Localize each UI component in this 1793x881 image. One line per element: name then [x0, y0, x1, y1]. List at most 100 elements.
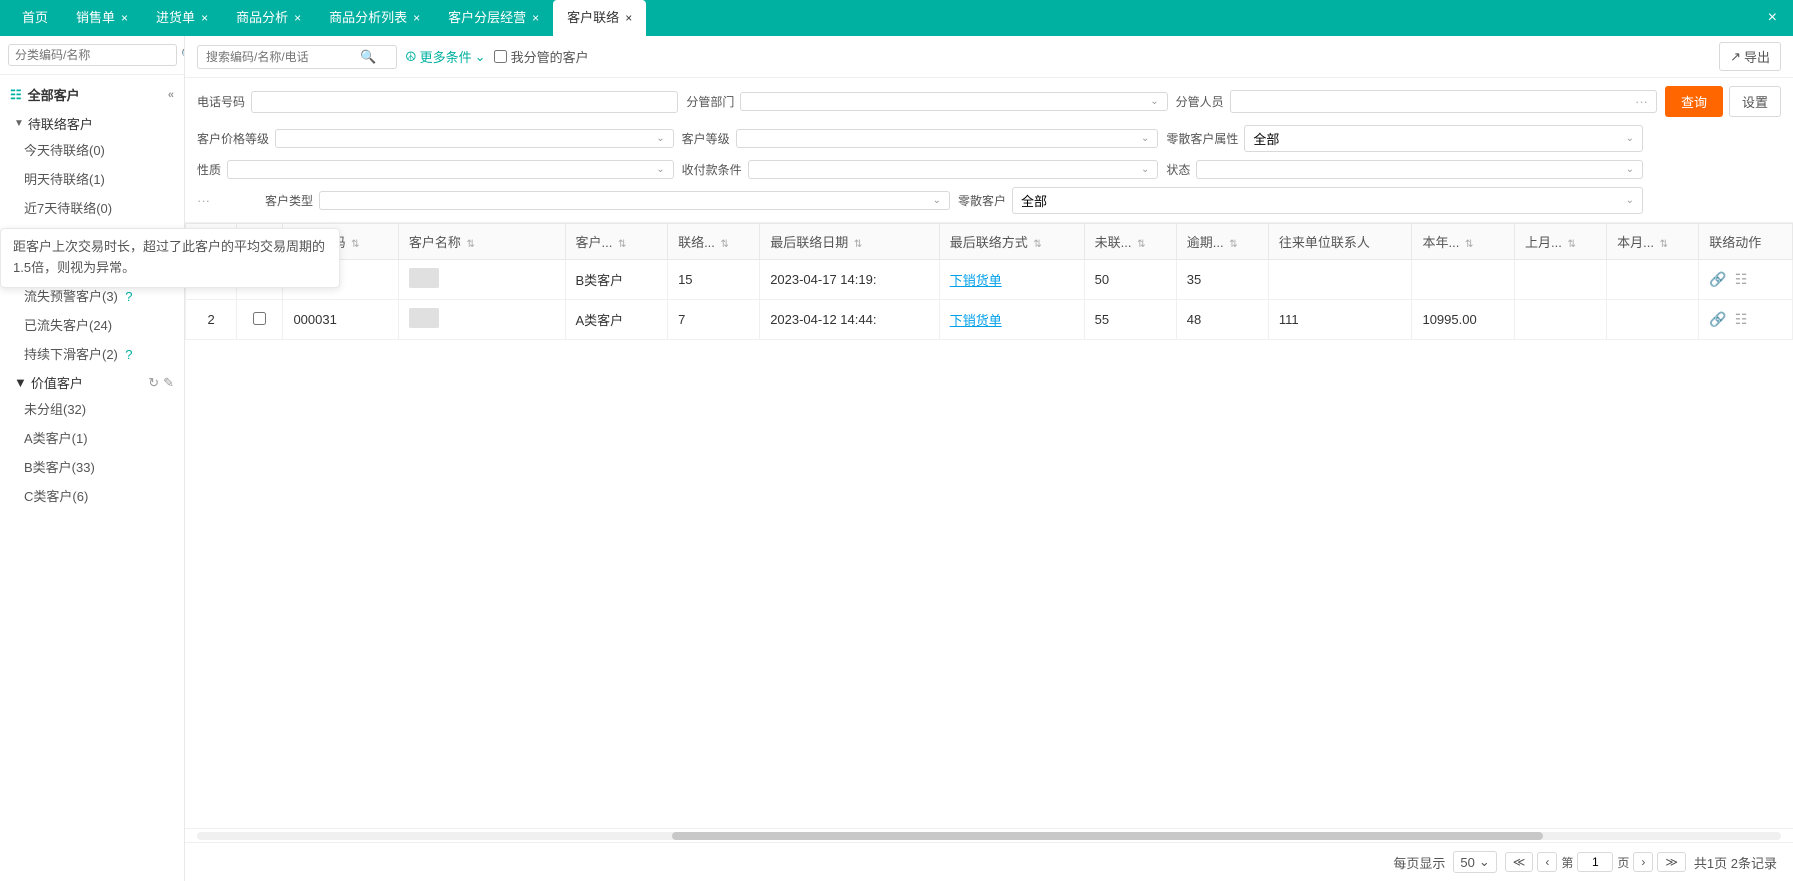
col-lastway-header[interactable]: 最后联络方式 ⇅	[939, 224, 1084, 260]
nav-purchase[interactable]: 进货单 ×	[142, 0, 222, 36]
table-container: ⚙ 客户编码 ⇅ 客户名称 ⇅ 客户... ⇅	[185, 223, 1793, 828]
filter-person-select[interactable]: ···	[1230, 90, 1657, 113]
person-select-ellipsis[interactable]: ···	[1635, 94, 1648, 109]
nav-sales-close[interactable]: ×	[121, 0, 128, 36]
cell-lastmonth-0	[1515, 260, 1607, 300]
cust-level-arrow: ⌄	[1141, 133, 1149, 144]
row4-ellipsis[interactable]: ···	[197, 193, 210, 208]
nav-customer-layer-close[interactable]: ×	[532, 0, 539, 36]
cell-visits-0	[1268, 260, 1412, 300]
contact-sort-icon: ⇅	[721, 239, 729, 250]
edit-icon[interactable]: ✎	[163, 375, 174, 391]
sidebar-collapse-btn[interactable]: «	[168, 89, 174, 101]
cell-lastdate-0: 2023-04-17 14:19:	[760, 260, 940, 300]
sidebar-item-a-class[interactable]: A类客户(1)	[0, 425, 184, 454]
cell-check-1[interactable]	[237, 300, 283, 340]
close-all-tabs[interactable]: ×	[1760, 9, 1785, 27]
lost-pre-help-icon[interactable]: ?	[125, 289, 132, 304]
declining-help-icon[interactable]: ?	[125, 347, 132, 362]
cell-lastmonth-1	[1515, 300, 1607, 340]
sidebar-all-customers[interactable]: ☷ 全部客户 «	[0, 81, 184, 108]
page-last-btn[interactable]: ≫	[1657, 852, 1686, 872]
lastway-link-0[interactable]: 下销货单	[950, 273, 1002, 288]
col-thismonth-header[interactable]: 本月... ⇅	[1607, 224, 1699, 260]
filter-gender-select[interactable]: ⌄	[227, 160, 674, 179]
per-page-select[interactable]: 50 ⌄	[1453, 851, 1496, 873]
action-link-icon-1[interactable]: 🔗	[1709, 311, 1726, 328]
col-name-header[interactable]: 客户名称 ⇅	[398, 224, 565, 260]
filter-phone-input[interactable]	[251, 91, 678, 113]
nav-customer-layer[interactable]: 客户分层经营 ×	[434, 0, 553, 36]
scroll-thumb[interactable]	[672, 832, 1543, 840]
filter-status-select[interactable]: ⌄	[1196, 160, 1643, 179]
cell-type-1: A类客户	[565, 300, 668, 340]
filter-price-level-select[interactable]: ⌄	[275, 129, 674, 148]
sidebar-pending-group-title[interactable]: ▼ 待联络客户	[0, 110, 184, 137]
col-contact-header[interactable]: 联络... ⇅	[668, 224, 760, 260]
filter-payment-field: 收付款条件 ⌄	[682, 160, 1159, 179]
cell-action-1: 🔗 ☷	[1699, 300, 1793, 340]
filter-retail-customer-field: 零散客户 全部 ⌄	[958, 187, 1643, 214]
nav-customer-contact-close[interactable]: ×	[625, 0, 632, 36]
nav-analysis[interactable]: 商品分析 ×	[222, 0, 315, 36]
action-grid-icon-0[interactable]: ☷	[1735, 271, 1748, 288]
page-first-btn[interactable]: ≪	[1505, 852, 1534, 872]
cell-lastway-1[interactable]: 下销货单	[939, 300, 1084, 340]
page-prev-btn[interactable]: ‹	[1537, 852, 1557, 872]
nav-purchase-close[interactable]: ×	[201, 0, 208, 36]
sidebar-item-b-class[interactable]: B类客户(33)	[0, 454, 184, 483]
sidebar-item-c-class[interactable]: C类客户(6)	[0, 483, 184, 512]
cell-lastway-0[interactable]: 下销货单	[939, 260, 1084, 300]
filter-dept-select[interactable]: ⌄	[740, 92, 1167, 111]
sidebar-item-7days[interactable]: 近7天待联络(0)	[0, 195, 184, 224]
nav-analysis-close[interactable]: ×	[294, 0, 301, 36]
col-visits-header[interactable]: 往来单位联系人	[1268, 224, 1412, 260]
filter-icon: ☮	[405, 49, 417, 65]
nav-analysis-list-close[interactable]: ×	[413, 0, 420, 36]
col-type-header[interactable]: 客户... ⇅	[565, 224, 668, 260]
grid-icon: ☷	[10, 87, 22, 103]
filter-retail-attr-select[interactable]: 全部 ⌄	[1244, 125, 1643, 152]
sidebar-item-today[interactable]: 今天待联络(0)	[0, 137, 184, 166]
my-customer-checkbox[interactable]	[494, 50, 507, 63]
col-lastdate-header[interactable]: 最后联络日期 ⇅	[760, 224, 940, 260]
horizontal-scrollbar[interactable]	[185, 828, 1793, 842]
nav-home[interactable]: 首页	[8, 0, 62, 36]
more-filters-btn[interactable]: ☮ 更多条件 ⌄	[405, 47, 486, 66]
filter-search-input[interactable]	[206, 50, 356, 64]
sidebar-item-ungroup[interactable]: 未分组(32)	[0, 396, 184, 425]
cell-thisyear-0	[1412, 260, 1515, 300]
sidebar-item-declining[interactable]: 持续下滑客户(2) ?	[0, 341, 184, 370]
table-row: 1 000039 B类客户 15 2023-04-17 14:19: 下销货单 …	[186, 260, 1793, 300]
page-next-btn[interactable]: ›	[1633, 852, 1653, 872]
row-checkbox-1[interactable]	[253, 312, 266, 325]
action-grid-icon-1[interactable]: ☷	[1735, 311, 1748, 328]
settings-button[interactable]: 设置	[1729, 86, 1781, 117]
pagination-bar: 每页显示 50 ⌄ ≪ ‹ 第 页 › ≫ 共1页 2条记录	[185, 842, 1793, 881]
nav-customer-contact[interactable]: 客户联络 ×	[553, 0, 646, 36]
filter-customer-level-select[interactable]: ⌄	[736, 129, 1159, 148]
sidebar-search-input[interactable]	[8, 44, 177, 66]
refresh-icon[interactable]: ↻	[148, 375, 159, 391]
page-input[interactable]	[1577, 852, 1613, 872]
filter-retail-customer-select[interactable]: 全部 ⌄	[1012, 187, 1643, 214]
filter-payment-select[interactable]: ⌄	[748, 160, 1159, 179]
lastway-link-1[interactable]: 下销货单	[950, 313, 1002, 328]
nav-analysis-list[interactable]: 商品分析列表 ×	[315, 0, 434, 36]
tooltip-box: 距客户上次交易时长，超过了此客户的平均交易周期的1.5倍，则视为异常。	[0, 228, 184, 288]
sidebar-item-tomorrow[interactable]: 明天待联络(1)	[0, 166, 184, 195]
cell-lastdate-1: 2023-04-12 14:44:	[760, 300, 940, 340]
arrow-icon: ▼	[14, 118, 24, 129]
export-button[interactable]: ↗ 导出	[1719, 42, 1781, 71]
query-button[interactable]: 查询	[1665, 86, 1723, 117]
nav-sales[interactable]: 销售单 ×	[62, 0, 142, 36]
col-overdue-header[interactable]: 逾期... ⇅	[1176, 224, 1268, 260]
sidebar-item-lost[interactable]: 已流失客户(24)	[0, 312, 184, 341]
action-link-icon-0[interactable]: 🔗	[1709, 271, 1726, 288]
filter-cust-type-select[interactable]: ⌄	[319, 191, 950, 210]
col-lastmonth-header[interactable]: 上月... ⇅	[1515, 224, 1607, 260]
filter-actions: 查询 设置	[1665, 86, 1781, 117]
filter-search-icon[interactable]: 🔍	[360, 49, 376, 65]
col-notcontact-header[interactable]: 未联... ⇅	[1084, 224, 1176, 260]
col-thisyear-header[interactable]: 本年... ⇅	[1412, 224, 1515, 260]
